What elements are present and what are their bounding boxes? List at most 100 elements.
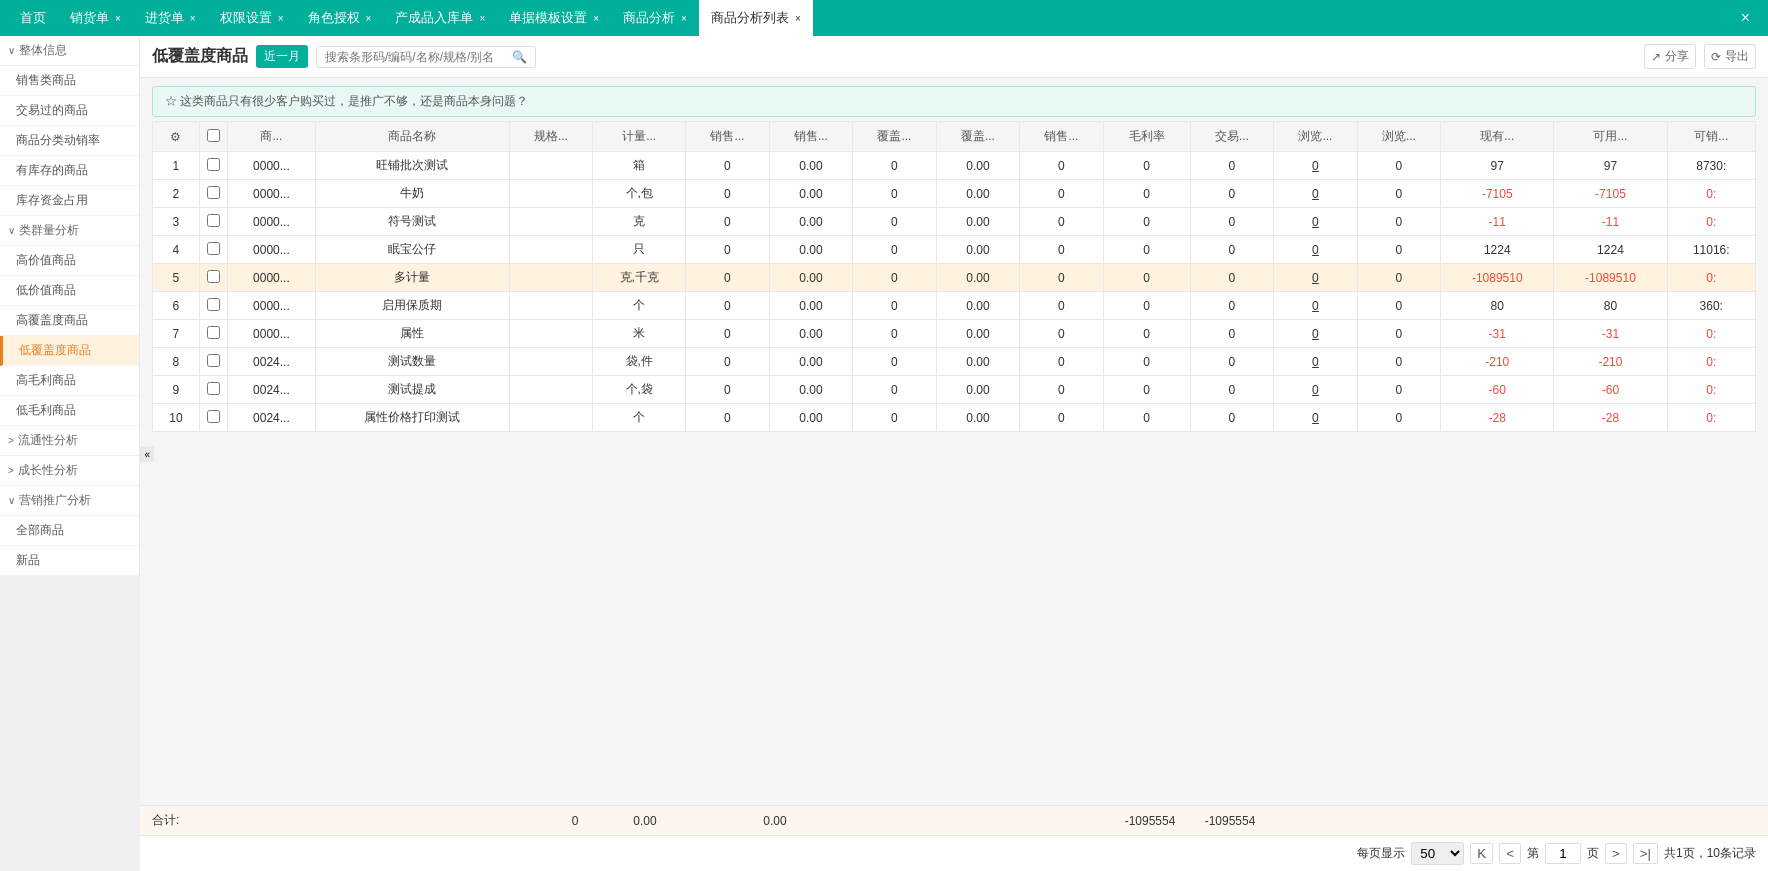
row-sales-days: 0 xyxy=(1020,264,1104,292)
next-page-button[interactable]: > xyxy=(1605,843,1627,864)
col-available-stock[interactable]: 可用... xyxy=(1554,122,1667,152)
sidebar-collapse-button[interactable]: « xyxy=(140,446,154,461)
row-checkbox[interactable] xyxy=(199,320,227,348)
sidebar-item-stocked-goods[interactable]: 有库存的商品 xyxy=(0,156,139,186)
row-sales-qty: 0 xyxy=(686,208,770,236)
row-views1[interactable]: 0 xyxy=(1274,404,1358,432)
sidebar-section-growth[interactable]: > 成长性分析 xyxy=(0,456,139,486)
export-button[interactable]: ⟳ 导出 xyxy=(1704,44,1756,69)
col-name[interactable]: 商品名称 xyxy=(316,122,510,152)
select-all-checkbox[interactable] xyxy=(207,129,220,142)
row-unit: 米 xyxy=(593,320,686,348)
first-page-button[interactable]: K xyxy=(1470,843,1493,864)
nav-close-production[interactable]: × xyxy=(479,13,485,24)
nav-close-analysis-list[interactable]: × xyxy=(795,13,801,24)
nav-item-purchase[interactable]: 进货单 × xyxy=(133,0,208,36)
nav-item-sales[interactable]: 销货单 × xyxy=(58,0,133,36)
nav-item-production[interactable]: 产成品入库单 × xyxy=(383,0,497,36)
col-views2[interactable]: 浏览... xyxy=(1357,122,1441,152)
row-views1[interactable]: 0 xyxy=(1274,348,1358,376)
sidebar-item-traded-goods[interactable]: 交易过的商品 xyxy=(0,96,139,126)
search-input[interactable] xyxy=(325,50,512,64)
col-settings[interactable]: ⚙ xyxy=(153,122,200,152)
row-checkbox[interactable] xyxy=(199,208,227,236)
nav-close-permission[interactable]: × xyxy=(278,13,284,24)
sidebar-section-circulation[interactable]: > 流通性分析 xyxy=(0,426,139,456)
sidebar-section-group[interactable]: ∨ 类群量分析 xyxy=(0,216,139,246)
col-sales-qty[interactable]: 销售... xyxy=(686,122,770,152)
nav-close-analysis[interactable]: × xyxy=(681,13,687,24)
sidebar-item-sales-goods[interactable]: 销售类商品 xyxy=(0,66,139,96)
time-filter-button[interactable]: 近一月 xyxy=(256,45,308,68)
col-coverage1[interactable]: 覆盖... xyxy=(853,122,937,152)
sidebar-section-marketing[interactable]: ∨ 营销推广分析 xyxy=(0,486,139,516)
row-views2: 0 xyxy=(1357,180,1441,208)
row-checkbox[interactable] xyxy=(199,404,227,432)
sidebar-item-low-coverage[interactable]: 低覆盖度商品 xyxy=(0,336,139,366)
row-code: 0024... xyxy=(227,404,315,432)
row-coverage1: 0 xyxy=(853,236,937,264)
row-checkbox[interactable] xyxy=(199,264,227,292)
nav-close-template[interactable]: × xyxy=(593,13,599,24)
sidebar-item-high-coverage[interactable]: 高覆盖度商品 xyxy=(0,306,139,336)
col-current-stock[interactable]: 现有... xyxy=(1441,122,1554,152)
row-checkbox[interactable] xyxy=(199,376,227,404)
prev-page-button[interactable]: < xyxy=(1499,843,1521,864)
col-sales-amt[interactable]: 销售... xyxy=(769,122,853,152)
sidebar-item-low-margin[interactable]: 低毛利商品 xyxy=(0,396,139,426)
col-views1[interactable]: 浏览... xyxy=(1274,122,1358,152)
col-gross-margin[interactable]: 毛利率 xyxy=(1103,122,1190,152)
row-views1[interactable]: 0 xyxy=(1274,376,1358,404)
row-checkbox[interactable] xyxy=(199,348,227,376)
sidebar-section-overview[interactable]: ∨ 整体信息 xyxy=(0,36,139,66)
col-spec[interactable]: 规格... xyxy=(509,122,593,152)
nav-close-sales[interactable]: × xyxy=(115,13,121,24)
sidebar-item-high-value[interactable]: 高价值商品 xyxy=(0,246,139,276)
row-transactions: 0 xyxy=(1190,208,1274,236)
nav-item-permission[interactable]: 权限设置 × xyxy=(208,0,296,36)
sidebar-item-all-goods[interactable]: 全部商品 xyxy=(0,516,139,546)
row-views2: 0 xyxy=(1357,152,1441,180)
share-button[interactable]: ↗ 分享 xyxy=(1644,44,1696,69)
search-icon[interactable]: 🔍 xyxy=(512,50,527,64)
row-transactions: 0 xyxy=(1190,180,1274,208)
row-number: 2 xyxy=(153,180,200,208)
nav-item-analysis-list[interactable]: 商品分析列表 × xyxy=(699,0,813,36)
col-coverage2[interactable]: 覆盖... xyxy=(936,122,1020,152)
sidebar-item-new-goods[interactable]: 新品 xyxy=(0,546,139,576)
col-transactions[interactable]: 交易... xyxy=(1190,122,1274,152)
row-checkbox[interactable] xyxy=(199,236,227,264)
row-views1[interactable]: 0 xyxy=(1274,236,1358,264)
nav-item-template[interactable]: 单据模板设置 × xyxy=(497,0,611,36)
row-checkbox[interactable] xyxy=(199,180,227,208)
row-views1[interactable]: 0 xyxy=(1274,320,1358,348)
row-checkbox[interactable] xyxy=(199,292,227,320)
row-views1[interactable]: 0 xyxy=(1274,292,1358,320)
nav-close-role[interactable]: × xyxy=(366,13,372,24)
row-name: 符号测试 xyxy=(316,208,510,236)
sidebar-item-category-rate[interactable]: 商品分类动销率 xyxy=(0,126,139,156)
row-available-stock: -7105 xyxy=(1554,180,1667,208)
row-views1[interactable]: 0 xyxy=(1274,152,1358,180)
col-sales-days[interactable]: 销售... xyxy=(1020,122,1104,152)
nav-item-role[interactable]: 角色授权 × xyxy=(296,0,384,36)
page-number-input[interactable] xyxy=(1545,843,1581,864)
row-views1[interactable]: 0 xyxy=(1274,180,1358,208)
col-saleable[interactable]: 可销... xyxy=(1667,122,1755,152)
window-close-button[interactable]: × xyxy=(1731,9,1760,27)
col-unit[interactable]: 计量... xyxy=(593,122,686,152)
per-page-select[interactable]: 50 100 200 xyxy=(1411,842,1464,865)
row-views1[interactable]: 0 xyxy=(1274,208,1358,236)
nav-close-purchase[interactable]: × xyxy=(190,13,196,24)
col-code[interactable]: 商... xyxy=(227,122,315,152)
row-views1[interactable]: 0 xyxy=(1274,264,1358,292)
sidebar-item-stock-capital[interactable]: 库存资金占用 xyxy=(0,186,139,216)
last-page-button[interactable]: >| xyxy=(1633,843,1658,864)
row-coverage1: 0 xyxy=(853,264,937,292)
sidebar-item-high-margin[interactable]: 高毛利商品 xyxy=(0,366,139,396)
nav-item-home[interactable]: 首页 xyxy=(8,0,58,36)
sidebar-item-low-value[interactable]: 低价值商品 xyxy=(0,276,139,306)
row-checkbox[interactable] xyxy=(199,152,227,180)
nav-item-analysis[interactable]: 商品分析 × xyxy=(611,0,699,36)
row-transactions: 0 xyxy=(1190,404,1274,432)
